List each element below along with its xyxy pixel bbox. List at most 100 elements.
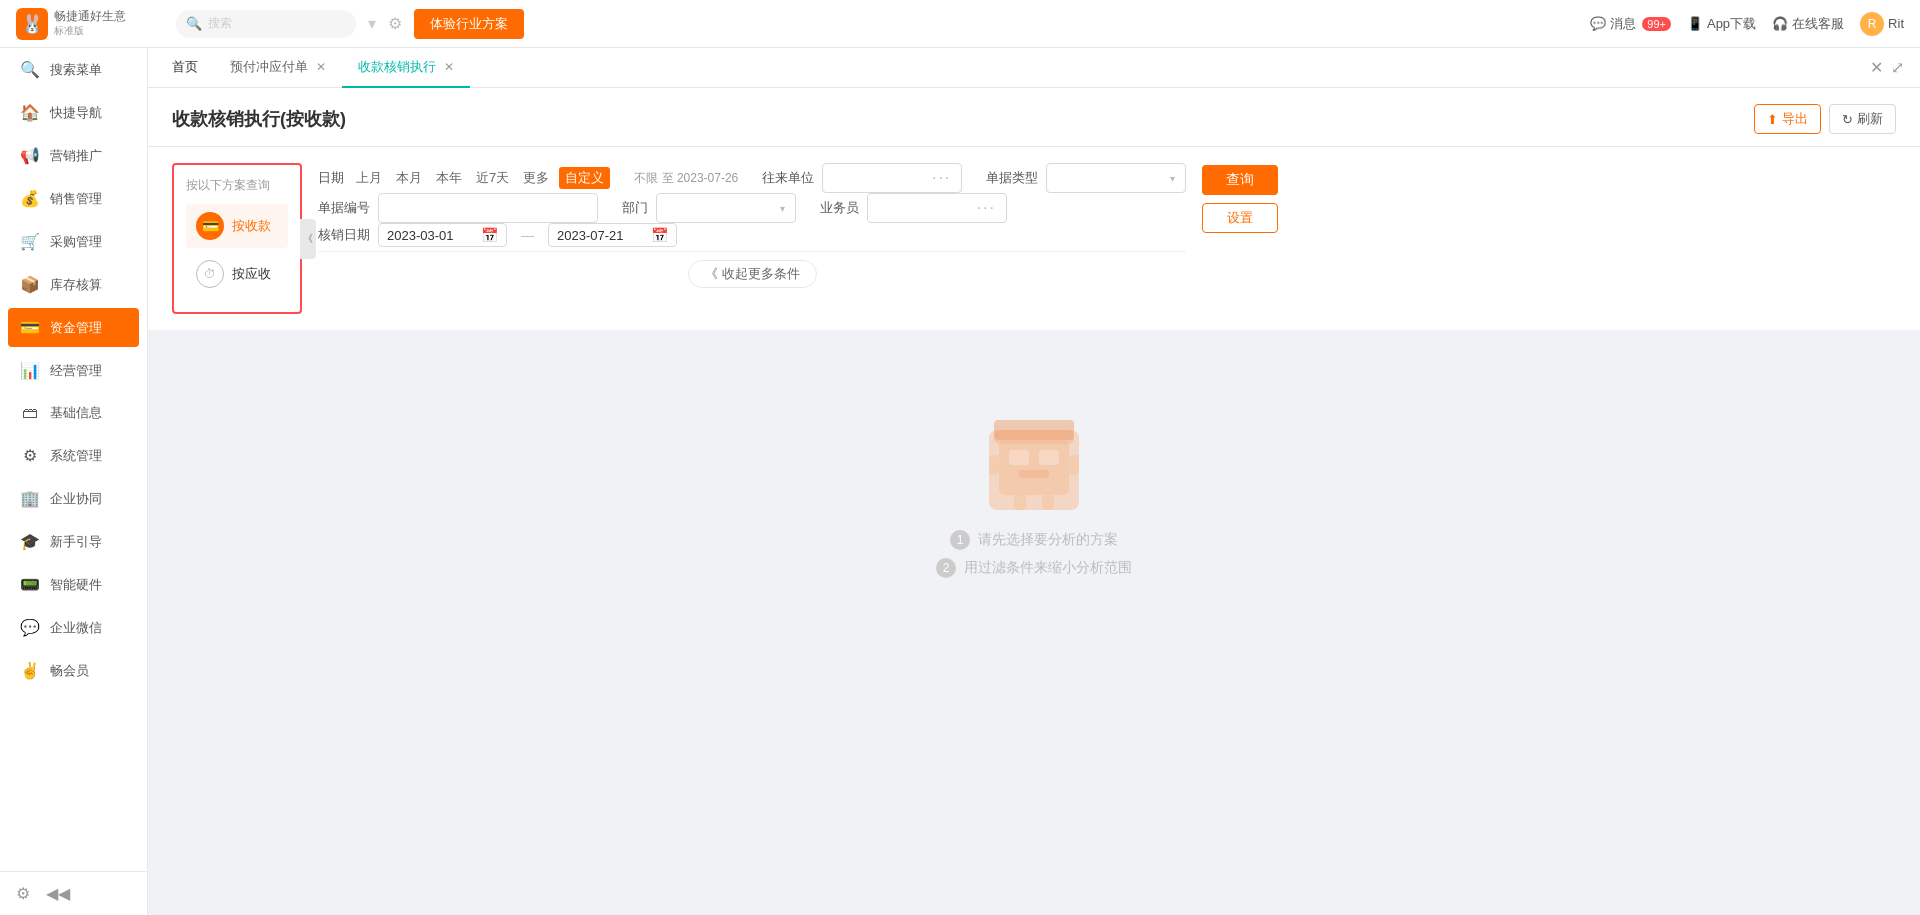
department-arrow-icon: ▾: [780, 203, 785, 214]
sidebar-item-purchase[interactable]: 🛒 采购管理: [0, 220, 147, 263]
tab-bar: 首页 预付冲应付单 ✕ 收款核销执行 ✕ ✕ ⤢: [148, 48, 1920, 88]
settings-btn[interactable]: 设置: [1202, 203, 1278, 233]
counterpart-field: 往来单位 ···: [762, 163, 962, 193]
date-separator: —: [521, 228, 534, 243]
sidebar-label-enterprise: 企业协同: [50, 490, 102, 508]
date-no-limit: 不限 至 2023-07-26: [634, 170, 738, 187]
sidebar-item-wechat[interactable]: 💬 企业微信: [0, 606, 147, 649]
main-content: 首页 预付冲应付单 ✕ 收款核销执行 ✕ ✕ ⤢ 收款核销执行(按收款) ⬆ 导…: [148, 48, 1920, 915]
verify-date-label: 核销日期: [318, 226, 370, 244]
sidebar-item-system[interactable]: ⚙ 系统管理: [0, 434, 147, 477]
by-receivable-icon: ⏱: [196, 260, 224, 288]
empty-hint-text-2: 用过滤条件来缩小分析范围: [964, 559, 1132, 577]
verify-date-end-input[interactable]: [557, 228, 647, 243]
sidebar-label-smarthw: 智能硬件: [50, 576, 102, 594]
shortcut-this-year[interactable]: 本年: [432, 167, 466, 189]
counterpart-select[interactable]: ···: [822, 163, 962, 193]
sidebar-item-marketing[interactable]: 📢 营销推广: [0, 134, 147, 177]
export-btn[interactable]: ⬆ 导出: [1754, 104, 1821, 134]
user-profile-btn[interactable]: R Rit: [1860, 12, 1904, 36]
sidebar-label-inventory: 库存核算: [50, 276, 102, 294]
verify-date-field: 核销日期 📅 — 📅: [318, 223, 677, 247]
sidebar-item-inventory[interactable]: 📦 库存核算: [0, 263, 147, 306]
username-label: Rit: [1888, 16, 1904, 31]
sidebar-item-finance[interactable]: 💳 资金管理: [8, 308, 139, 347]
query-option-by-receivable[interactable]: ⏱ 按应收: [186, 252, 288, 296]
date-shortcuts: 上月 本月 本年 近7天 更多 自定义: [352, 167, 610, 189]
query-option-by-receipt[interactable]: 💳 按收款: [186, 204, 288, 248]
staff-dots-icon[interactable]: ···: [977, 199, 996, 217]
sidebar-item-enterprise[interactable]: 🏢 企业协同: [0, 477, 147, 520]
voucher-no-input[interactable]: [378, 193, 598, 223]
app-download-btn[interactable]: 📱 App下载: [1687, 15, 1756, 33]
tab-receipt-verify[interactable]: 收款核销执行 ✕: [342, 48, 470, 88]
sidebar-label-marketing: 营销推广: [50, 147, 102, 165]
refresh-label: 刷新: [1857, 110, 1883, 128]
verify-date-start-input[interactable]: [387, 228, 477, 243]
sidebar-item-quick-nav[interactable]: 🏠 快捷导航: [0, 91, 147, 134]
filter-row-3: 核销日期 📅 — 📅: [318, 223, 1186, 247]
sidebar-item-basic-info[interactable]: 🗃 基础信息: [0, 392, 147, 434]
tab-prepay-label: 预付冲应付单: [230, 58, 308, 76]
shortcut-last-month[interactable]: 上月: [352, 167, 386, 189]
collapse-more-btn[interactable]: 《 收起更多条件: [688, 260, 817, 288]
tab-expand-icon[interactable]: ⤢: [1891, 58, 1904, 77]
dropdown-arrow-icon[interactable]: ▾: [368, 14, 376, 33]
query-btn[interactable]: 查询: [1202, 165, 1278, 195]
sidebar-settings-icon[interactable]: ⚙: [16, 884, 30, 903]
calendar-start-icon[interactable]: 📅: [481, 227, 498, 243]
sidebar-item-operation[interactable]: 📊 经营管理: [0, 349, 147, 392]
tab-prepay-close-icon[interactable]: ✕: [316, 60, 326, 74]
tab-prepay[interactable]: 预付冲应付单 ✕: [214, 48, 342, 88]
tab-close-all-icon[interactable]: ✕: [1870, 58, 1883, 77]
sales-icon: 💰: [20, 189, 40, 208]
department-select[interactable]: ▾: [656, 193, 796, 223]
empty-box-top: [994, 420, 1074, 440]
filter-form: 日期 上月 本月 本年 近7天 更多 自定义 不限 至 2023-0: [318, 163, 1186, 292]
panel-collapse-btn[interactable]: 《: [300, 219, 316, 259]
sidebar-label-finance: 资金管理: [50, 319, 102, 337]
staff-select[interactable]: ···: [867, 193, 1007, 223]
sidebar-item-smart-hw[interactable]: 📟 智能硬件: [0, 563, 147, 606]
counterpart-dots-icon[interactable]: ···: [932, 169, 951, 187]
top-search-box[interactable]: 🔍 搜索: [176, 10, 356, 38]
refresh-btn[interactable]: ↻ 刷新: [1829, 104, 1896, 134]
collapse-more-row: 《 收起更多条件: [318, 251, 1186, 292]
voucher-type-select[interactable]: ▾: [1046, 163, 1186, 193]
export-label: 导出: [1782, 110, 1808, 128]
message-btn[interactable]: 💬 消息 99+: [1590, 15, 1671, 33]
app-logo: 🐰 畅捷通好生意 标准版: [16, 8, 164, 40]
shortcut-more[interactable]: 更多: [519, 167, 553, 189]
sidebar-item-guide[interactable]: 🎓 新手引导: [0, 520, 147, 563]
logo-icon: 🐰: [16, 8, 48, 40]
top-bar-right: 💬 消息 99+ 📱 App下载 🎧 在线客服 R Rit: [1590, 12, 1904, 36]
shortcut-custom[interactable]: 自定义: [559, 167, 610, 189]
tab-receipt-close-icon[interactable]: ✕: [444, 60, 454, 74]
tab-home[interactable]: 首页: [156, 48, 214, 88]
tab-home-label: 首页: [172, 58, 198, 76]
sidebar-item-member[interactable]: ✌ 畅会员: [0, 649, 147, 692]
online-service-btn[interactable]: 🎧 在线客服: [1772, 15, 1844, 33]
sidebar-item-search-menu[interactable]: 🔍 搜索菜单: [0, 48, 147, 91]
date-range-display: 不限 至 2023-07-26: [634, 170, 738, 187]
calendar-end-icon[interactable]: 📅: [651, 227, 668, 243]
shortcut-this-month[interactable]: 本月: [392, 167, 426, 189]
sidebar-label-search: 搜索菜单: [50, 61, 102, 79]
tab-receipt-label: 收款核销执行: [358, 58, 436, 76]
sidebar-collapse-icon[interactable]: ◀◀: [46, 884, 70, 903]
department-field: 部门 ▾: [622, 193, 796, 223]
industry-btn[interactable]: 体验行业方案: [414, 9, 524, 39]
shortcut-7days[interactable]: 近7天: [472, 167, 513, 189]
top-bar: 🐰 畅捷通好生意 标准版 🔍 搜索 ▾ ⚙ 体验行业方案 💬 消息 99+ 📱 …: [0, 0, 1920, 48]
empty-num-2: 2: [936, 558, 956, 578]
sidebar-item-sales[interactable]: 💰 销售管理: [0, 177, 147, 220]
verify-date-start-wrap[interactable]: 📅: [378, 223, 507, 247]
gear-icon[interactable]: ⚙: [388, 14, 402, 33]
verify-date-end-wrap[interactable]: 📅: [548, 223, 677, 247]
enterprise-icon: 🏢: [20, 489, 40, 508]
wechat-icon: 💬: [20, 618, 40, 637]
query-panel-wrap: 按以下方案查询 💳 按收款 ⏱ 按应收 《: [172, 163, 302, 314]
filter-area: 按以下方案查询 💳 按收款 ⏱ 按应收 《: [148, 147, 1920, 330]
sidebar-label-purchase: 采购管理: [50, 233, 102, 251]
empty-state: 1 请先选择要分析的方案 2 用过滤条件来缩小分析范围: [148, 330, 1920, 658]
